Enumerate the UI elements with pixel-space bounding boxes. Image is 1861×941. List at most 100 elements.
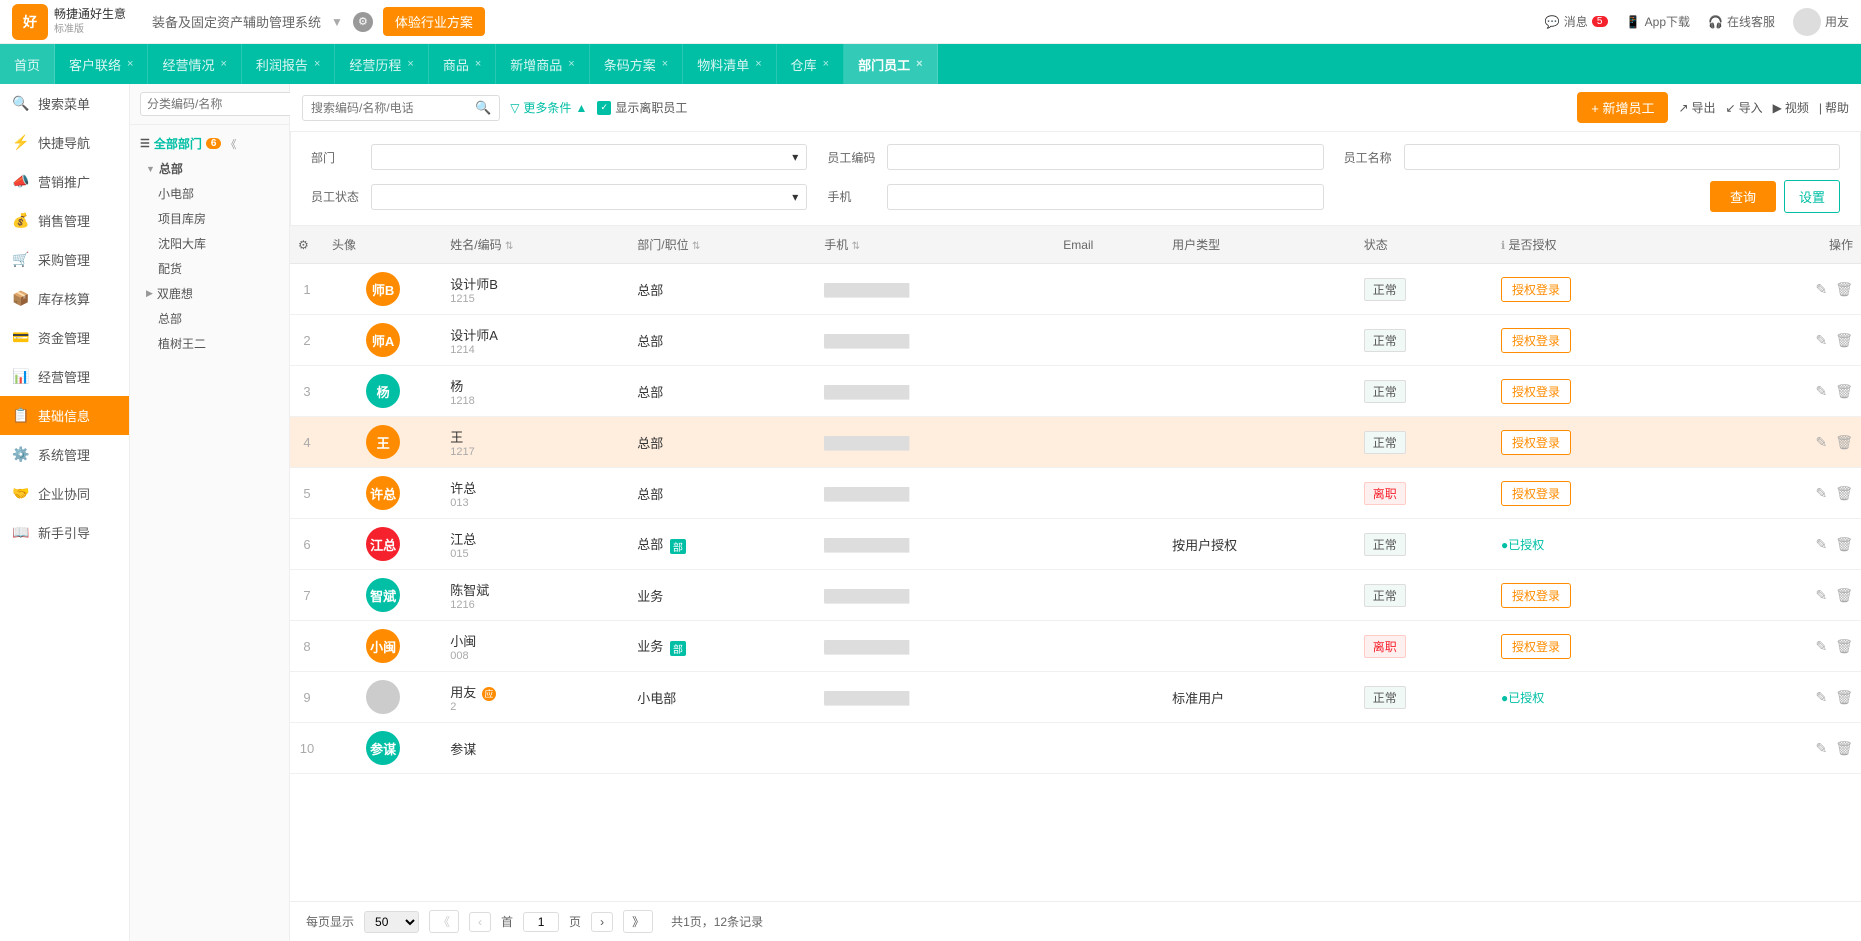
filter-form: 部门 ▾ 员工编码 员工名称 员工状态 ▾ 手机 — [290, 132, 1861, 226]
tab-operation[interactable]: 经营情况 × — [148, 44, 241, 84]
view-button[interactable]: ▶视频 — [1773, 99, 1809, 116]
prev-page-button[interactable]: ‹ — [469, 912, 491, 932]
dept-collapse-btn[interactable]: 《 — [225, 136, 236, 152]
edit-icon[interactable]: ✎ — [1815, 485, 1827, 502]
delete-icon[interactable]: 🗑 — [1835, 689, 1853, 706]
tab-add-product[interactable]: 新增商品 × — [496, 44, 589, 84]
settings-icon[interactable]: ⚙ — [353, 12, 373, 32]
nav-tabs: 首页 客户联络 × 经营情况 × 利润报告 × 经营历程 × 商品 × 新增商品… — [0, 44, 1861, 84]
dept-node-peihuo[interactable]: 配货 — [138, 256, 289, 281]
export-button[interactable]: ↗导出 — [1678, 99, 1715, 116]
edit-icon[interactable]: ✎ — [1815, 587, 1827, 604]
tab-bom[interactable]: 物料清单 × — [683, 44, 776, 84]
edit-icon[interactable]: ✎ — [1815, 740, 1827, 757]
edit-icon[interactable]: ✎ — [1815, 536, 1827, 553]
online-service-button[interactable]: 🎧 在线客服 — [1708, 13, 1775, 30]
delete-icon[interactable]: 🗑 — [1835, 485, 1853, 502]
per-page-select[interactable]: 50 100 200 — [364, 911, 419, 933]
auth-button[interactable]: 授权登录 — [1501, 583, 1571, 608]
search-input[interactable] — [311, 101, 471, 115]
sidebar-item-finance[interactable]: 💳 资金管理 — [0, 318, 129, 357]
sidebar-item-basic[interactable]: 📋 基础信息 — [0, 396, 129, 435]
tab-home[interactable]: 首页 — [0, 44, 55, 84]
setting-button[interactable]: 设置 — [1784, 180, 1840, 213]
phone: ██████████ — [824, 436, 909, 450]
delete-icon[interactable]: 🗑 — [1835, 332, 1853, 349]
auth-button[interactable]: 授权登录 — [1501, 634, 1571, 659]
search-bar[interactable]: 🔍 — [302, 95, 500, 121]
status-select[interactable]: ▾ — [371, 184, 807, 210]
sidebar-item-purchase[interactable]: 🛒 采购管理 — [0, 240, 129, 279]
table-row: 10 参谋 参谋 ✎ 🗑 — [290, 723, 1861, 774]
status-badge: 离职 — [1364, 635, 1406, 658]
edit-icon[interactable]: ✎ — [1815, 638, 1827, 655]
delete-icon[interactable]: 🗑 — [1835, 281, 1853, 298]
tab-barcode[interactable]: 条码方案 × — [590, 44, 683, 84]
delete-icon[interactable]: 🗑 — [1835, 434, 1853, 451]
auth-button[interactable]: 授权登录 — [1501, 277, 1571, 302]
phone-input[interactable] — [887, 184, 1323, 210]
tab-profit[interactable]: 利润报告 × — [242, 44, 335, 84]
more-filter-button[interactable]: ▽ 更多条件 ▲ — [510, 99, 587, 116]
edit-icon[interactable]: ✎ — [1815, 383, 1827, 400]
finance-icon: 💳 — [12, 329, 30, 347]
system-name: 装备及固定资产辅助管理系统 — [152, 12, 321, 31]
edit-icon[interactable]: ✎ — [1815, 332, 1827, 349]
dept-node-shenyang[interactable]: 沈阳大库 — [138, 231, 289, 256]
sidebar-item-shortcut[interactable]: ⚡ 快捷导航 — [0, 123, 129, 162]
delete-icon[interactable]: 🗑 — [1835, 638, 1853, 655]
dept-tree: 总部 小电部 项目库房 沈阳大库 配货 双鹿想 总部 植树王二 — [130, 156, 289, 356]
help-button[interactable]: |帮助 — [1819, 99, 1849, 116]
dept-select[interactable]: ▾ — [371, 144, 807, 170]
sidebar-item-search[interactable]: 🔍 搜索菜单 — [0, 84, 129, 123]
message-button[interactable]: 💬 消息 5 — [1545, 13, 1608, 30]
dept-node-xiangmu[interactable]: 项目库房 — [138, 206, 289, 231]
tab-employee[interactable]: 部门员工 × — [844, 44, 937, 84]
delete-icon[interactable]: 🗑 — [1835, 383, 1853, 400]
edit-icon[interactable]: ✎ — [1815, 689, 1827, 706]
last-page-button[interactable]: 》 — [623, 910, 653, 933]
app-download-button[interactable]: 📱 App下载 — [1626, 13, 1690, 30]
sidebar-item-operation[interactable]: 📊 经营管理 — [0, 357, 129, 396]
add-employee-button[interactable]: + 新增员工 — [1577, 92, 1668, 123]
import-button[interactable]: ↙导入 — [1726, 99, 1763, 116]
sidebar-item-guide[interactable]: 📖 新手引导 — [0, 513, 129, 552]
tab-customer[interactable]: 客户联络 × — [55, 44, 148, 84]
edit-icon[interactable]: ✎ — [1815, 281, 1827, 298]
sidebar-item-sales[interactable]: 💰 销售管理 — [0, 201, 129, 240]
show-resigned-checkbox[interactable]: ✓ 显示离职员工 — [597, 99, 687, 116]
next-page-button[interactable]: › — [591, 912, 613, 932]
row-actions: ✎ 🗑 — [1742, 485, 1853, 502]
dept-all-header[interactable]: ☰ 全部部门 6 《 — [130, 131, 289, 156]
page-number-input[interactable] — [523, 912, 559, 932]
delete-icon[interactable]: 🗑 — [1835, 536, 1853, 553]
delete-icon[interactable]: 🗑 — [1835, 587, 1853, 604]
dept-node-zongbu[interactable]: 总部 — [138, 156, 289, 181]
query-button[interactable]: 查询 — [1710, 181, 1776, 212]
dept-search-input[interactable] — [140, 92, 309, 116]
dept-node-xiaodibu[interactable]: 小电部 — [138, 181, 289, 206]
sales-icon: 💰 — [12, 212, 30, 230]
edit-icon[interactable]: ✎ — [1815, 434, 1827, 451]
tab-product[interactable]: 商品 × — [429, 44, 496, 84]
emp-name-input[interactable] — [1404, 144, 1840, 170]
sidebar-item-inventory[interactable]: 📦 库存核算 — [0, 279, 129, 318]
dept-node-zb2[interactable]: 总部 — [138, 306, 289, 331]
user-menu[interactable]: 用友 — [1793, 8, 1849, 36]
settings-col-icon[interactable]: ⚙ — [298, 238, 309, 252]
dept-node-zhishu[interactable]: 植树王二 — [138, 331, 289, 356]
tab-warehouse[interactable]: 仓库 × — [777, 44, 844, 84]
sidebar-item-collab[interactable]: 🤝 企业协同 — [0, 474, 129, 513]
first-page-button[interactable]: 《 — [429, 910, 459, 933]
delete-icon[interactable]: 🗑 — [1835, 740, 1853, 757]
auth-button[interactable]: 授权登录 — [1501, 430, 1571, 455]
auth-button[interactable]: 授权登录 — [1501, 481, 1571, 506]
sidebar-item-system[interactable]: ⚙️ 系统管理 — [0, 435, 129, 474]
auth-button[interactable]: 授权登录 — [1501, 379, 1571, 404]
dept-node-shuanglu[interactable]: 双鹿想 — [138, 281, 289, 306]
experience-button[interactable]: 体验行业方案 — [383, 7, 485, 36]
tab-history[interactable]: 经营历程 × — [335, 44, 428, 84]
sidebar-item-marketing[interactable]: 📣 营销推广 — [0, 162, 129, 201]
emp-code-input[interactable] — [887, 144, 1323, 170]
auth-button[interactable]: 授权登录 — [1501, 328, 1571, 353]
